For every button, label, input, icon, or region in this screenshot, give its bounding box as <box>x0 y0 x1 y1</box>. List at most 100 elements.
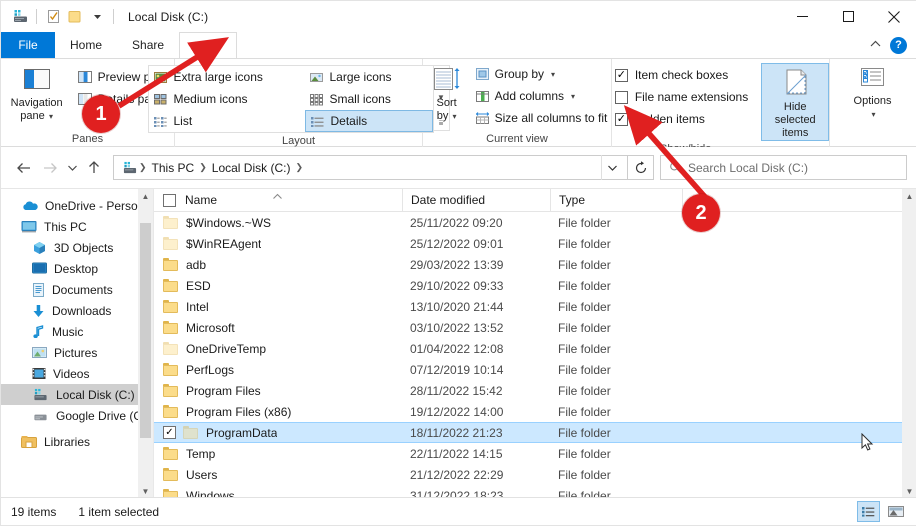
sidebar-item-this-pc[interactable]: This PC <box>1 216 153 237</box>
navigation-pane-scrollbar[interactable]: ▲ ▼ <box>138 189 153 499</box>
layout-details[interactable]: Details <box>304 110 433 132</box>
up-button[interactable] <box>81 155 107 181</box>
sidebar-item-videos[interactable]: Videos <box>1 363 153 384</box>
hidden-items-box[interactable]: ✓ <box>614 112 628 126</box>
collapse-ribbon-icon[interactable] <box>870 40 881 51</box>
search-icon <box>669 161 682 174</box>
breadcrumb-local-disk[interactable]: Local Disk (C:) <box>208 161 295 175</box>
tab-view[interactable]: View <box>179 32 237 58</box>
tab-file[interactable]: File <box>1 32 55 58</box>
search-input[interactable]: Search Local Disk (C:) <box>660 155 907 180</box>
add-columns-label: Add columns <box>494 89 565 103</box>
breadcrumb-this-pc[interactable]: This PC <box>148 161 199 175</box>
table-row[interactable]: ✓ Users 21/12/2022 22:29 File folder <box>154 464 916 485</box>
address-dropdown-icon[interactable] <box>601 155 623 180</box>
nav-scroll-thumb[interactable] <box>140 223 151 438</box>
navigation-pane-button[interactable]: Navigation pane ▾ <box>1 62 73 123</box>
file-date: 01/04/2022 12:08 <box>410 341 504 356</box>
tab-home[interactable]: Home <box>55 32 117 58</box>
sidebar-item-music[interactable]: Music <box>1 321 153 342</box>
table-row[interactable]: ✓ ESD 29/10/2022 09:33 File folder <box>154 275 916 296</box>
group-by-button[interactable]: Group by ▾ <box>471 63 612 85</box>
qat-divider-1 <box>36 9 37 24</box>
refresh-button[interactable] <box>628 155 654 180</box>
file-scroll-down-icon[interactable]: ▼ <box>906 484 914 498</box>
column-header-name[interactable]: Name <box>154 189 402 212</box>
sidebar-item-downloads[interactable]: Downloads <box>1 300 153 321</box>
table-row[interactable]: ✓ $WinREAgent 25/12/2022 09:01 File fold… <box>154 233 916 254</box>
large-icons-view-button[interactable] <box>884 501 907 522</box>
back-button[interactable] <box>11 155 37 181</box>
group-by-caret-icon[interactable]: ▾ <box>551 70 555 79</box>
item-check-boxes-checkbox[interactable]: ✓ Item check boxes <box>612 64 751 86</box>
table-row[interactable]: ✓ Intel 13/10/2020 21:44 File folder <box>154 296 916 317</box>
size-all-columns-button[interactable]: Size all columns to fit <box>471 107 612 129</box>
file-type: File folder <box>558 299 611 314</box>
sidebar-item-downloads-label: Downloads <box>52 303 112 318</box>
breadcrumb[interactable]: ❯ This PC ❯ Local Disk (C:) ❯ <box>113 155 628 180</box>
select-all-checkbox[interactable] <box>163 193 176 207</box>
maximize-button[interactable] <box>825 1 871 32</box>
options-caret-icon[interactable]: ▾ <box>871 110 875 119</box>
hidden-items-checkbox[interactable]: ✓ Hidden items <box>612 108 751 130</box>
hide-selected-items-button[interactable]: Hide selected items <box>761 63 830 141</box>
table-row[interactable]: ✓ Program Files 28/11/2022 15:42 File fo… <box>154 380 916 401</box>
layout-extra-large-icons[interactable]: Extra large icons <box>149 66 305 88</box>
table-row-selected[interactable]: ✓ ProgramData 18/11/2022 21:23 File fold… <box>154 422 916 443</box>
table-row[interactable]: ✓ adb 29/03/2022 13:39 File folder <box>154 254 916 275</box>
details-view-button[interactable] <box>857 501 880 522</box>
sidebar-item-google-drive[interactable]: Google Drive (G:) <box>1 405 153 426</box>
table-row[interactable]: ✓ $Windows.~WS 25/11/2022 09:20 File fol… <box>154 212 916 233</box>
file-scroll-up-icon[interactable]: ▲ <box>906 189 914 204</box>
qat-divider-2 <box>113 9 114 24</box>
layout-large-icons[interactable]: Large icons <box>305 66 433 88</box>
item-check-boxes-box[interactable]: ✓ <box>614 68 628 82</box>
layout-medium-icons[interactable]: Medium icons <box>149 88 305 110</box>
item-check-boxes-label: Item check boxes <box>634 68 729 82</box>
group-by-label: Group by <box>494 67 544 81</box>
file-name-extensions-box[interactable] <box>614 90 628 104</box>
nav-scroll-up-icon[interactable]: ▲ <box>142 189 150 204</box>
row-checkbox[interactable]: ✓ <box>163 426 176 439</box>
sort-by-caret-icon[interactable]: ▾ <box>450 112 457 121</box>
add-columns-button[interactable]: Add columns ▾ <box>471 85 612 107</box>
breadcrumb-sep-2[interactable]: ❯ <box>294 162 304 173</box>
column-header-date-modified[interactable]: Date modified <box>402 189 550 212</box>
sort-by-button[interactable]: Sort by ▾ <box>423 62 471 123</box>
sidebar-item-3d-objects[interactable]: 3D Objects <box>1 237 153 258</box>
sidebar-item-local-disk-c[interactable]: Local Disk (C:) <box>1 384 153 405</box>
layout-list[interactable]: List <box>149 110 305 132</box>
sidebar-item-documents[interactable]: Documents <box>1 279 153 300</box>
new-folder-icon[interactable] <box>64 6 86 28</box>
breadcrumb-sep-1[interactable]: ❯ <box>198 162 208 173</box>
tab-share[interactable]: Share <box>117 32 179 58</box>
options-button[interactable]: Options ▾ <box>840 62 906 121</box>
close-button[interactable] <box>871 1 916 32</box>
properties-icon[interactable] <box>42 6 64 28</box>
table-row[interactable]: ✓ OneDriveTemp 01/04/2022 12:08 File fol… <box>154 338 916 359</box>
file-date: 29/10/2022 09:33 <box>410 278 504 293</box>
table-row[interactable]: ✓ Program Files (x86) 19/12/2022 14:00 F… <box>154 401 916 422</box>
onedrive-cloud-icon <box>21 199 38 212</box>
medium-icons-icon <box>153 93 166 104</box>
customize-qat-caret-icon[interactable] <box>86 6 108 28</box>
table-row[interactable]: ✓ Microsoft 03/10/2022 13:52 File folder <box>154 317 916 338</box>
breadcrumb-sep-0[interactable]: ❯ <box>138 162 148 173</box>
help-icon[interactable]: ? <box>890 36 907 54</box>
minimize-button[interactable] <box>779 1 825 32</box>
table-row[interactable]: ✓ Temp 22/11/2022 14:15 File folder <box>154 443 916 464</box>
table-row[interactable]: ✓ PerfLogs 07/12/2019 10:14 File folder <box>154 359 916 380</box>
sidebar-item-onedrive[interactable]: OneDrive - Personal <box>1 195 153 216</box>
hidden-items-label: Hidden items <box>634 112 705 126</box>
forward-button[interactable] <box>37 155 63 181</box>
add-columns-caret-icon[interactable]: ▾ <box>571 92 575 101</box>
layout-small-icons[interactable]: Small icons <box>305 88 433 110</box>
sidebar-item-pictures[interactable]: Pictures <box>1 342 153 363</box>
navigation-pane-caret-icon[interactable]: ▾ <box>47 112 53 121</box>
recent-locations-button[interactable] <box>63 155 81 181</box>
sidebar-item-libraries[interactable]: Libraries <box>1 431 153 452</box>
file-list-scrollbar[interactable]: ▲ ▼ <box>902 189 916 498</box>
column-header-type[interactable]: Type <box>550 189 682 212</box>
sidebar-item-desktop[interactable]: Desktop <box>1 258 153 279</box>
file-name-extensions-checkbox[interactable]: File name extensions <box>612 86 751 108</box>
